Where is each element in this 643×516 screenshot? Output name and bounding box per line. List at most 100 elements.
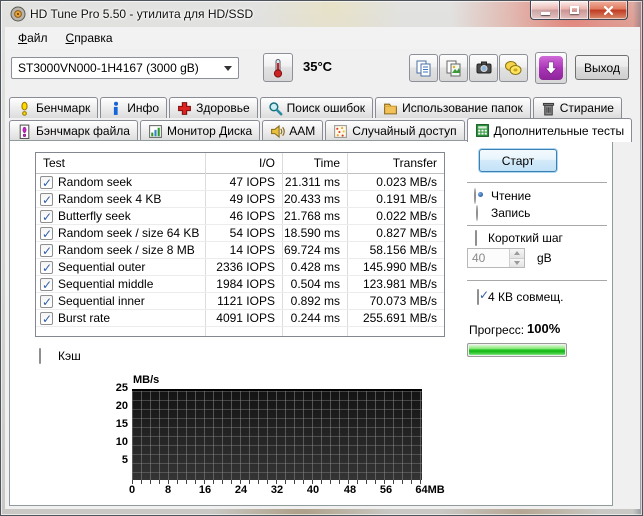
table-row: Random seek 47 IOPS 21.311 ms 0.023 MB/s xyxy=(36,174,444,191)
read-radio[interactable] xyxy=(474,188,476,204)
transfer-rate-plot xyxy=(132,389,422,480)
client-area: Файл Справка ST3000VN000-1H4167 (3000 gB… xyxy=(5,27,640,509)
temperature-button[interactable] xyxy=(263,53,293,82)
row-checkbox[interactable] xyxy=(40,175,53,191)
tab-disk-monitor[interactable]: Монитор Диска xyxy=(139,120,261,141)
drive-select-value: ST3000VN000-1H4167 (3000 gB) xyxy=(18,61,199,75)
tab-label: AAM xyxy=(289,124,316,138)
transfer-value: 145.990 MB/s xyxy=(362,260,437,274)
exit-button-label: Выход xyxy=(584,60,620,75)
write-label: Запись xyxy=(491,206,531,220)
short-stride-checkbox[interactable] xyxy=(475,230,477,246)
k4-align-label: 4 КВ совмещ. xyxy=(488,290,564,304)
progress-value: 100% xyxy=(527,321,561,336)
copy-text-button[interactable] xyxy=(409,54,438,82)
write-radio[interactable] xyxy=(476,205,478,221)
tab-benchmark[interactable]: Бенчмарк xyxy=(9,97,99,118)
menu-file[interactable]: Файл xyxy=(9,29,57,47)
cache-checkbox[interactable] xyxy=(39,348,41,364)
exit-button[interactable]: Выход xyxy=(575,55,629,80)
maximize-button[interactable] xyxy=(559,1,588,20)
tab-info[interactable]: Инфо xyxy=(100,97,168,118)
short-stride-label: Короткий шаг xyxy=(488,231,563,245)
size-input xyxy=(468,249,509,267)
size-stepper xyxy=(467,248,525,268)
time-value: 18.590 ms xyxy=(283,225,348,241)
progress-label: Прогресс: xyxy=(469,323,525,337)
time-value: 0.892 ms xyxy=(283,293,348,309)
k4-align-checkbox[interactable] xyxy=(477,289,479,305)
copy-image-icon xyxy=(446,60,460,77)
x-tick: 48 xyxy=(343,484,357,496)
transfer-value: 70.073 MB/s xyxy=(369,294,437,308)
menu-help[interactable]: Справка xyxy=(57,29,122,47)
screenshot-button[interactable] xyxy=(469,54,498,82)
io-value: 49 IOPS xyxy=(206,191,283,207)
row-checkbox[interactable] xyxy=(40,294,53,310)
benchmark-icon xyxy=(17,101,32,116)
read-label: Чтение xyxy=(491,189,532,203)
x-tick: 64MB xyxy=(415,484,445,496)
file-benchmark-icon xyxy=(17,124,32,139)
tab-random-access[interactable]: Случайный доступ xyxy=(325,120,465,141)
minimize-button[interactable] xyxy=(530,1,559,20)
table-empty-row xyxy=(36,327,444,336)
y-tick: 15 xyxy=(115,418,128,430)
app-icon xyxy=(10,6,26,22)
close-button[interactable] xyxy=(588,1,628,20)
tab-aam[interactable]: AAM xyxy=(262,120,324,141)
column-transfer: Transfer xyxy=(392,156,437,170)
extra-tests-icon xyxy=(475,123,490,138)
chevron-down-icon xyxy=(224,66,232,71)
chart-y-axis-label: MB/s xyxy=(133,374,160,386)
row-checkbox[interactable] xyxy=(40,260,53,276)
extra-tests-page: Test I/O Time Transfer Random seek 47 IO… xyxy=(9,140,613,506)
titlebar[interactable]: HD Tune Pro 5.50 - утилита для HD/SSD xyxy=(1,1,642,27)
test-name: Random seek / size 64 KB xyxy=(58,226,200,240)
hd-tune-window: HD Tune Pro 5.50 - утилита для HD/SSD Фа… xyxy=(0,0,643,516)
test-name: Burst rate xyxy=(58,311,111,325)
row-checkbox[interactable] xyxy=(40,277,53,293)
tab-health[interactable]: Здоровье xyxy=(169,97,258,118)
camera-icon xyxy=(476,61,491,74)
update-download-button[interactable] xyxy=(535,52,567,84)
row-checkbox[interactable] xyxy=(40,311,53,327)
test-name: Sequential middle xyxy=(58,277,154,291)
tab-erase[interactable]: Стирание xyxy=(532,97,622,118)
tab-label: Поиск ошибок xyxy=(286,101,366,115)
tab-label: Инфо xyxy=(127,101,160,115)
time-value: 69.724 ms xyxy=(283,242,348,258)
drive-select[interactable]: ST3000VN000-1H4167 (3000 gB) xyxy=(11,57,239,79)
start-button[interactable]: Старт xyxy=(479,149,557,172)
tab-file-benchmark[interactable]: Бэнчмарк файла xyxy=(9,120,138,141)
transfer-value: 0.022 MB/s xyxy=(376,209,437,223)
tab-label: Здоровье xyxy=(196,101,250,115)
save-icon xyxy=(505,61,522,75)
x-tick: 16 xyxy=(198,484,212,496)
temperature-value: 35°C xyxy=(303,59,333,74)
cache-label: Кэш xyxy=(58,349,81,363)
time-value: 0.504 ms xyxy=(283,276,348,292)
row-checkbox[interactable] xyxy=(40,209,53,225)
row-checkbox[interactable] xyxy=(40,192,53,208)
size-unit-label: gB xyxy=(537,251,552,265)
tab-error-scan[interactable]: Поиск ошибок xyxy=(259,97,374,118)
copy-image-button[interactable] xyxy=(439,54,468,82)
table-header: Test I/O Time Transfer xyxy=(36,153,444,174)
row-checkbox[interactable] xyxy=(40,243,53,259)
y-tick: 20 xyxy=(115,400,128,412)
test-name: Sequential inner xyxy=(58,294,145,308)
window-controls xyxy=(530,1,628,20)
menu-bar: Файл Справка xyxy=(5,27,640,49)
x-tick: 8 xyxy=(164,484,172,496)
x-tick: 0 xyxy=(128,484,136,496)
tab-folder-usage[interactable]: Использование папок xyxy=(375,97,531,118)
tab-extra-tests-active[interactable]: Дополнительные тесты xyxy=(466,118,633,142)
table-row: Random seek / size 8 MB 14 IOPS 69.724 m… xyxy=(36,242,444,259)
toolbar: ST3000VN000-1H4167 (3000 gB) 35°C Выход xyxy=(5,49,640,95)
time-value: 20.433 ms xyxy=(283,191,348,207)
row-checkbox[interactable] xyxy=(40,226,53,242)
transfer-value: 0.023 MB/s xyxy=(376,175,437,189)
maximize-icon xyxy=(569,6,579,14)
save-button[interactable] xyxy=(499,54,528,82)
